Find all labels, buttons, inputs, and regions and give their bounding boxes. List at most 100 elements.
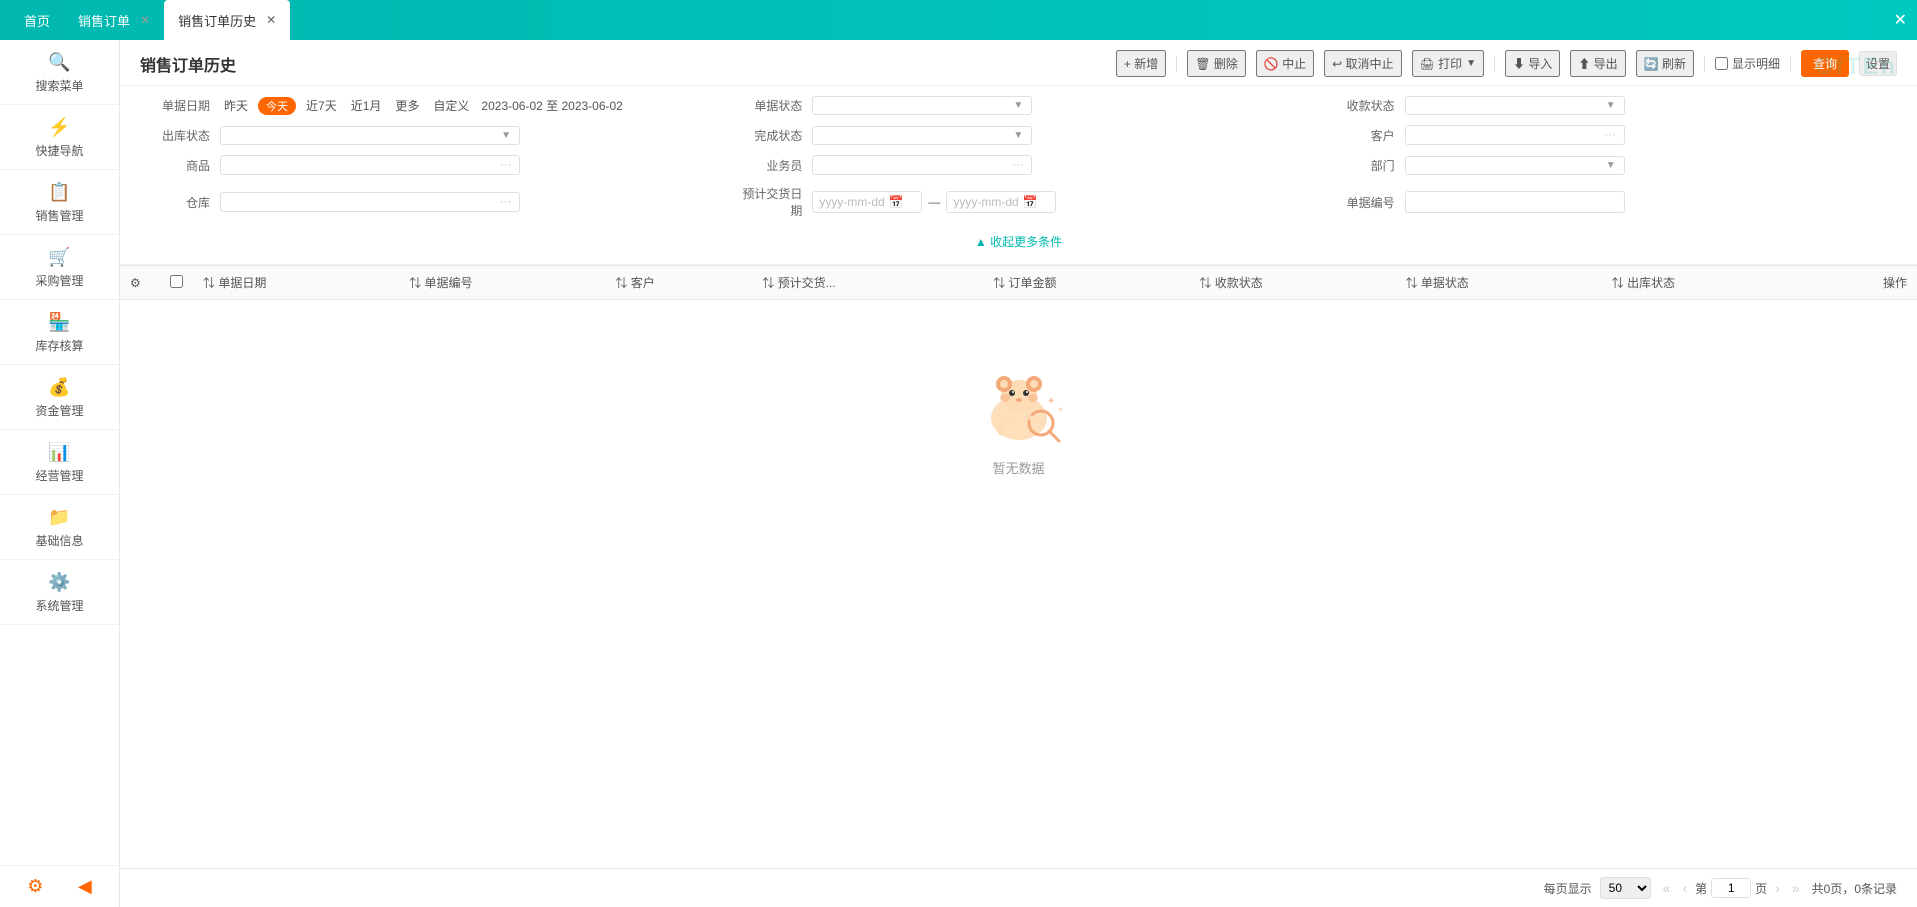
complete-status-select[interactable]: ▼ xyxy=(812,126,1032,145)
sidebar-item-base-info[interactable]: 📁 基础信息 xyxy=(0,495,119,560)
filter-payment-status-section: 收款状态 ▼ xyxy=(1305,96,1897,115)
delivery-date-end-input[interactable]: yyyy-mm-dd 📅 xyxy=(946,191,1056,213)
page-size-select[interactable]: 50 10 20 100 xyxy=(1600,877,1651,899)
order-no-input[interactable] xyxy=(1405,191,1625,213)
goods-input[interactable]: ··· xyxy=(220,155,520,175)
sidebar-item-sys-mgmt[interactable]: ⚙️ 系统管理 xyxy=(0,560,119,625)
customer-input[interactable]: ··· xyxy=(1405,125,1625,145)
filter-row-4: 仓库 ··· 预计交货日期 yyyy-mm-dd 📅 — yyyy-mm-dd xyxy=(140,185,1897,219)
payment-status-label: 收款状态 xyxy=(1325,97,1405,114)
warehouse-input[interactable]: ··· xyxy=(220,192,520,212)
table-header: ⚙ ⇅ 单据日期 ⇅ 单据编号 ⇅ 客户 ⇅ 预计交货... ⇅ 订单金额 ⇅ … xyxy=(120,266,1917,300)
display-toggle-checkbox[interactable] xyxy=(1715,57,1728,70)
th-customer[interactable]: ⇅ 客户 xyxy=(605,266,752,300)
delivery-date-start-input[interactable]: yyyy-mm-dd 📅 xyxy=(812,191,922,213)
warehouse-label: 仓库 xyxy=(140,194,220,211)
shortcut-today[interactable]: 今天 xyxy=(258,97,296,115)
sidebar-item-search-menu[interactable]: 🔍 搜索菜单 xyxy=(0,40,119,105)
action-divider-1 xyxy=(1176,56,1177,72)
order-status-select[interactable]: ▼ xyxy=(812,96,1032,115)
settings-button[interactable]: 设置 xyxy=(1859,51,1897,76)
delivery-status-select[interactable]: ▼ xyxy=(220,126,520,145)
refresh-button[interactable]: 🔄 刷新 xyxy=(1636,50,1694,77)
th-checkbox[interactable] xyxy=(160,266,193,300)
th-settings[interactable]: ⚙ xyxy=(120,266,160,300)
empty-row: ✦ ✦ 暂无数据 xyxy=(120,300,1917,546)
sidebar-item-sales-mgmt[interactable]: 📋 销售管理 xyxy=(0,170,119,235)
filter-delivery-date-section: 预计交货日期 yyyy-mm-dd 📅 — yyyy-mm-dd 📅 xyxy=(712,185,1304,219)
shortcut-custom[interactable]: 自定义 xyxy=(429,96,473,115)
th-delivery-status[interactable]: ⇅ 出库状态 xyxy=(1602,266,1808,300)
shortcut-1month[interactable]: 近1月 xyxy=(347,96,386,115)
th-date[interactable]: ⇅ 单据日期 xyxy=(193,266,399,300)
inventory-icon: 🏪 xyxy=(48,312,70,333)
th-delivery-date[interactable]: ⇅ 预计交货... xyxy=(752,266,983,300)
th-order-status[interactable]: ⇅ 单据状态 xyxy=(1396,266,1602,300)
base-info-icon: 📁 xyxy=(48,507,70,528)
sidebar-item-operations[interactable]: 📊 经营管理 xyxy=(0,430,119,495)
department-select[interactable]: ▼ xyxy=(1405,156,1625,175)
query-button[interactable]: 查询 xyxy=(1801,50,1849,77)
quick-nav-icon: ⚡ xyxy=(48,117,70,138)
last-page-btn[interactable]: » xyxy=(1788,878,1804,898)
delivery-status-label: 出库状态 xyxy=(140,127,220,144)
tab-sales-order-close[interactable]: ✕ xyxy=(140,13,150,27)
pagination-bar: 每页显示 50 10 20 100 « ‹ 第 页 › » 共0页，0条记录 xyxy=(120,868,1917,907)
sidebar-settings-icon[interactable]: ⚙ xyxy=(27,876,43,897)
calendar-start-icon: 📅 xyxy=(889,195,904,209)
department-arrow-icon: ▼ xyxy=(1606,160,1616,171)
sidebar-item-purchase-mgmt[interactable]: 🛒 采购管理 xyxy=(0,235,119,300)
calendar-end-icon: 📅 xyxy=(1023,195,1038,209)
filter-date-section: 单据日期 昨天 今天 近7天 近1月 更多 自定义 2023-06-02 至 2… xyxy=(140,96,712,115)
import-button[interactable]: ⬇ 导入 xyxy=(1505,50,1560,77)
collapse-btn[interactable]: ▲ 收起更多条件 xyxy=(140,229,1897,254)
sidebar-item-finance[interactable]: 💰 资金管理 xyxy=(0,365,119,430)
select-all-checkbox[interactable] xyxy=(170,275,183,288)
order-no-label: 单据编号 xyxy=(1325,194,1405,211)
customer-more-icon: ··· xyxy=(1605,129,1616,141)
cancel-stop-button[interactable]: ↩ 取消中止 xyxy=(1324,50,1401,77)
filter-area: 单据日期 昨天 今天 近7天 近1月 更多 自定义 2023-06-02 至 2… xyxy=(120,86,1917,265)
stop-button[interactable]: 🚫 中止 xyxy=(1256,50,1314,77)
svg-text:✦: ✦ xyxy=(1057,405,1064,414)
tab-home[interactable]: 首页 xyxy=(10,0,64,40)
content-area: 销售订单历史 + 新增 🗑 删除 🚫 中止 ↩ 取消中止 🖨 打印 ▼ xyxy=(120,40,1917,907)
filter-salesperson-section: 业务员 ··· xyxy=(712,155,1304,175)
sidebar-item-quick-nav[interactable]: ⚡ 快捷导航 xyxy=(0,105,119,170)
salesperson-input[interactable]: ··· xyxy=(812,155,1032,175)
prev-page-btn[interactable]: ‹ xyxy=(1678,878,1691,898)
th-order-no[interactable]: ⇅ 单据编号 xyxy=(399,266,605,300)
tab-sales-order-history-close[interactable]: ✕ xyxy=(266,13,276,27)
finance-icon: 💰 xyxy=(48,377,70,398)
next-page-btn[interactable]: › xyxy=(1771,878,1784,898)
shortcut-more[interactable]: 更多 xyxy=(391,96,423,115)
delete-button[interactable]: 🗑 删除 xyxy=(1187,50,1246,77)
tab-sales-order-history[interactable]: 销售订单历史 ✕ xyxy=(164,0,290,40)
th-payment-status[interactable]: ⇅ 收款状态 xyxy=(1189,266,1395,300)
sidebar-collapse-icon[interactable]: ◀ xyxy=(78,876,92,897)
filter-goods-section: 商品 ··· xyxy=(140,155,712,175)
topbar-close-btn[interactable]: ✕ xyxy=(1894,10,1907,30)
tab-sales-order[interactable]: 销售订单 ✕ xyxy=(64,0,164,40)
salesperson-label: 业务员 xyxy=(732,157,812,174)
salesperson-more-icon: ··· xyxy=(1012,159,1023,171)
print-button[interactable]: 🖨 打印 ▼ xyxy=(1412,50,1484,77)
delivery-date-label: 预计交货日期 xyxy=(732,185,812,219)
shortcut-yesterday[interactable]: 昨天 xyxy=(220,96,252,115)
page-label: 第 xyxy=(1695,880,1707,897)
display-toggle[interactable]: 显示明细 xyxy=(1715,55,1780,72)
page-header: 销售订单历史 + 新增 🗑 删除 🚫 中止 ↩ 取消中止 🖨 打印 ▼ xyxy=(120,40,1917,86)
page-input[interactable] xyxy=(1711,878,1751,898)
first-page-btn[interactable]: « xyxy=(1659,878,1675,898)
payment-status-select[interactable]: ▼ xyxy=(1405,96,1625,115)
th-amount[interactable]: ⇅ 订单金额 xyxy=(983,266,1189,300)
shortcut-7days[interactable]: 近7天 xyxy=(302,96,341,115)
new-button[interactable]: + 新增 xyxy=(1116,50,1166,77)
payment-status-arrow-icon: ▼ xyxy=(1606,100,1616,111)
purchase-mgmt-icon: 🛒 xyxy=(48,247,70,268)
sidebar-item-inventory[interactable]: 🏪 库存核算 xyxy=(0,300,119,365)
export-button[interactable]: ⬆ 导出 xyxy=(1570,50,1625,77)
filter-department-section: 部门 ▼ xyxy=(1305,155,1897,175)
date-shortcuts: 昨天 今天 近7天 近1月 更多 自定义 xyxy=(220,96,473,115)
svg-text:✦: ✦ xyxy=(1047,396,1055,407)
